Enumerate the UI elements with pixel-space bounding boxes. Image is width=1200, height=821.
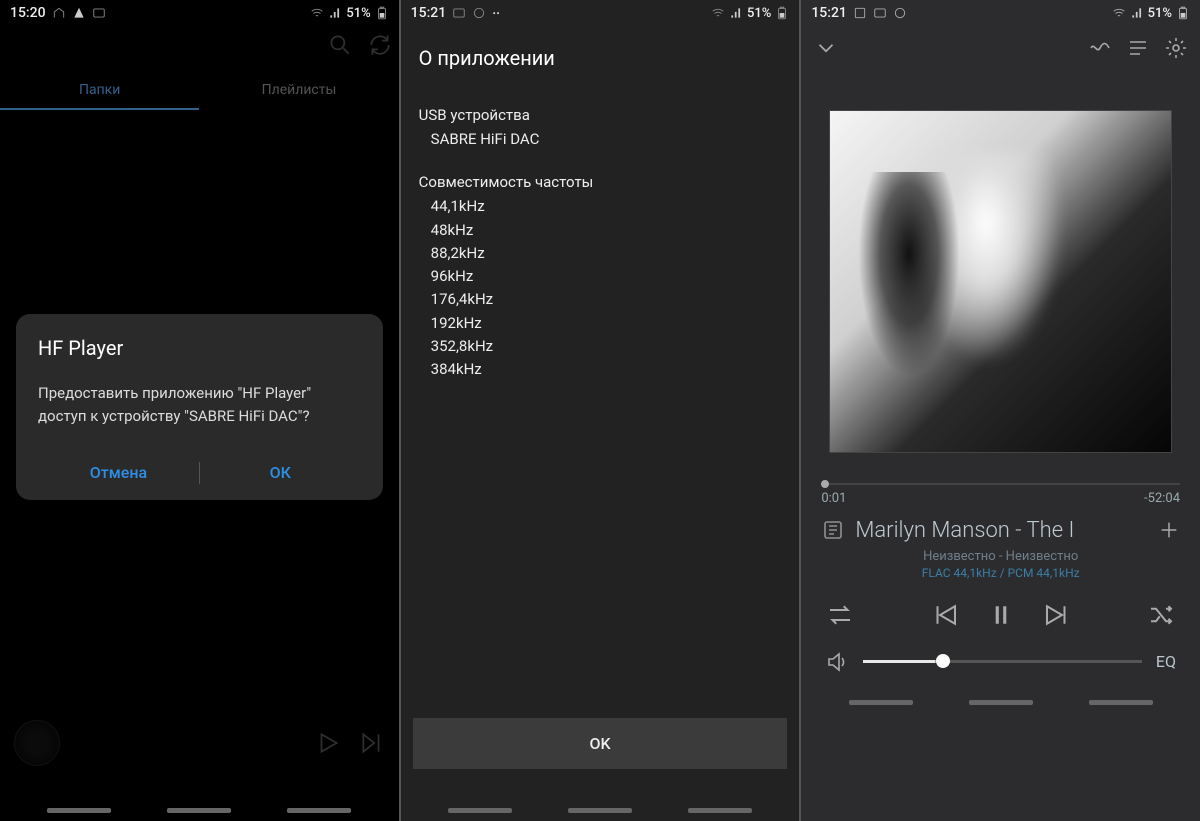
freq-value: 352,8kHz (419, 335, 782, 358)
android-navbar[interactable] (401, 799, 800, 821)
freq-value: 44,1kHz (419, 195, 782, 218)
freq-value: 192kHz (419, 312, 782, 335)
status-icon (452, 6, 466, 20)
visualizer-icon[interactable] (1088, 36, 1112, 60)
next-icon[interactable] (1042, 600, 1072, 630)
wifi-icon (711, 6, 725, 20)
signal-icon (729, 6, 743, 20)
status-icon (52, 6, 66, 20)
search-icon[interactable] (327, 32, 353, 58)
wifi-icon (310, 6, 324, 20)
repeat-icon[interactable] (825, 600, 855, 630)
status-time: 15:21 (411, 5, 447, 21)
battery-icon (775, 6, 789, 20)
freq-compat-label: Совместимость частоты (419, 173, 782, 191)
freq-value: 88,2kHz (419, 242, 782, 265)
status-time: 15:21 (811, 5, 847, 21)
time-elapsed: 0:01 (821, 491, 846, 506)
add-icon[interactable] (1158, 519, 1180, 541)
eq-button[interactable]: EQ (1156, 652, 1176, 671)
tab-playlists[interactable]: Плейлисты (199, 72, 398, 110)
status-icon (893, 6, 907, 20)
track-format: FLAC 44,1kHz / PCM 44,1kHz (801, 566, 1200, 580)
status-icon (92, 6, 106, 20)
mini-player[interactable] (0, 715, 399, 771)
dialog-message: Предоставить приложению "HF Player" дост… (38, 382, 361, 427)
cancel-button[interactable]: Отмена (38, 445, 199, 500)
progress-bar[interactable] (821, 483, 1180, 485)
settings-icon[interactable] (1164, 36, 1188, 60)
dialog-title: HF Player (38, 336, 361, 360)
status-bar: 15:21 ·· 51% (401, 0, 800, 26)
battery-text: 51% (747, 6, 771, 21)
battery-text: 51% (1148, 6, 1172, 21)
status-bar: 15:20 51% (0, 0, 399, 26)
play-icon[interactable] (315, 730, 341, 756)
permission-dialog: HF Player Предоставить приложению "HF Pl… (16, 314, 383, 500)
track-title: Marilyn Manson - The I (855, 518, 1148, 543)
status-icon (472, 6, 486, 20)
next-icon[interactable] (359, 730, 385, 756)
battery-icon (375, 6, 389, 20)
shuffle-icon[interactable] (1146, 600, 1176, 630)
tab-bar: Папки Плейлисты (0, 72, 399, 110)
freq-value: 176,4kHz (419, 288, 782, 311)
battery-text: 51% (346, 6, 370, 21)
volume-icon[interactable] (825, 650, 849, 674)
freq-value: 384kHz (419, 358, 782, 381)
track-artist-album: Неизвестно - Неизвестно (801, 549, 1200, 564)
time-remaining: -52:04 (1144, 491, 1180, 506)
album-art[interactable] (829, 110, 1172, 453)
refresh-icon[interactable] (367, 32, 393, 58)
mini-album-art (14, 720, 60, 766)
lyrics-icon[interactable] (821, 518, 845, 542)
queue-icon[interactable] (1126, 36, 1150, 60)
usb-devices-label: USB устройства (419, 106, 782, 124)
pause-icon[interactable] (986, 600, 1016, 630)
status-icon (873, 6, 887, 20)
page-title: О приложении (401, 26, 800, 84)
status-icon (853, 6, 867, 20)
status-bar: 15:21 51% (801, 0, 1200, 26)
ok-button[interactable]: ОК (200, 445, 361, 500)
status-icon: ·· (492, 6, 506, 20)
status-time: 15:20 (10, 5, 46, 21)
freq-value: 96kHz (419, 265, 782, 288)
android-navbar[interactable] (0, 799, 399, 821)
android-navbar[interactable] (801, 692, 1200, 714)
signal-icon (1130, 6, 1144, 20)
collapse-icon[interactable] (813, 35, 839, 61)
volume-slider[interactable] (863, 660, 1142, 663)
wifi-icon (1112, 6, 1126, 20)
about-content: USB устройства SABRE HiFi DAC Совместимо… (401, 84, 800, 718)
usb-device-name: SABRE HiFi DAC (419, 128, 782, 151)
freq-value: 48kHz (419, 219, 782, 242)
tab-folders[interactable]: Папки (0, 72, 199, 110)
signal-icon (328, 6, 342, 20)
prev-icon[interactable] (930, 600, 960, 630)
battery-icon (1176, 6, 1190, 20)
status-icon (72, 6, 86, 20)
ok-button[interactable]: OK (413, 718, 788, 769)
